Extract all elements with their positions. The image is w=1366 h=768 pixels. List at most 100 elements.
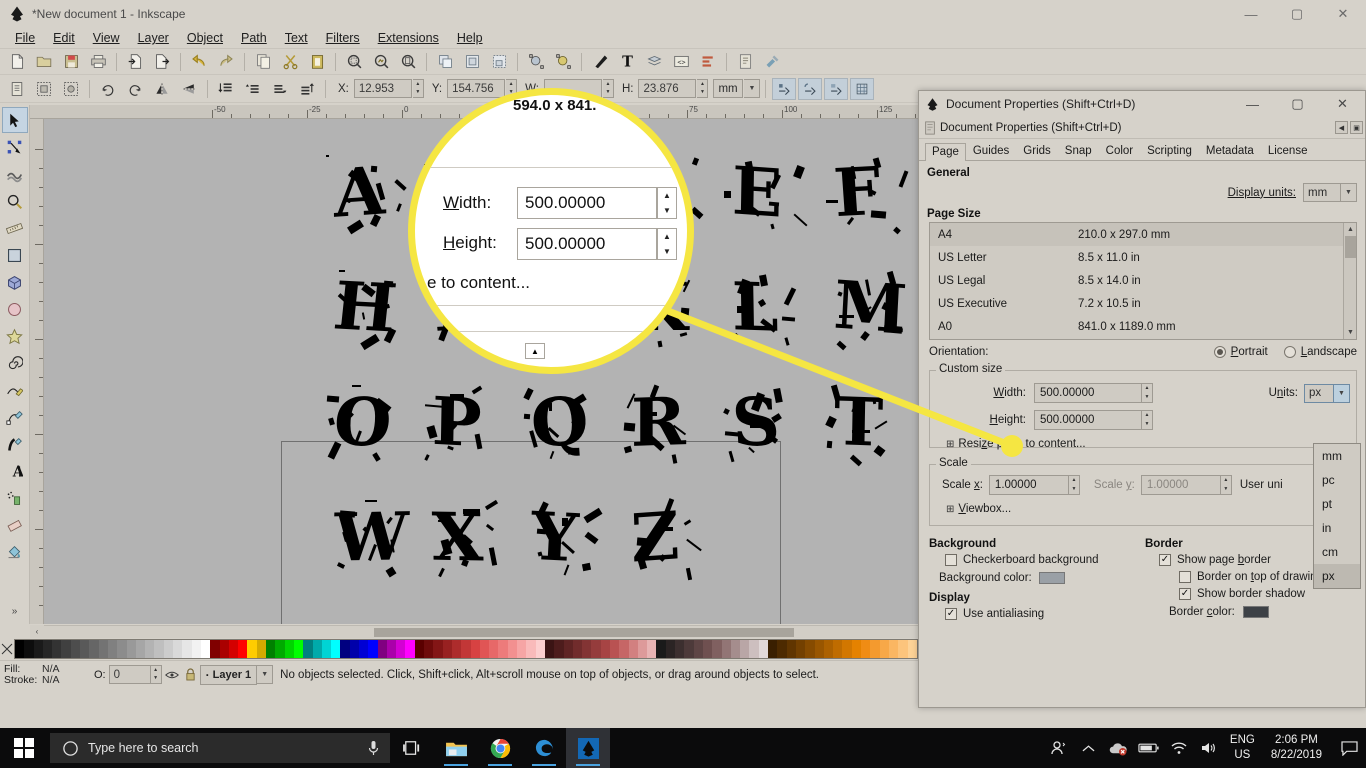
h-spinner[interactable]: ▲ ▼: [697, 79, 709, 98]
palette-swatch[interactable]: [758, 640, 769, 658]
palette-swatch[interactable]: [498, 640, 508, 658]
palette-swatch[interactable]: [712, 640, 722, 658]
palette-swatch[interactable]: [870, 640, 880, 658]
palette-swatch[interactable]: [433, 640, 443, 658]
rectangle-tool[interactable]: [2, 242, 28, 268]
palette-swatch[interactable]: [582, 640, 592, 658]
preferences-icon[interactable]: [759, 50, 785, 74]
units-value[interactable]: mm: [713, 79, 744, 98]
magnified-height-spinner[interactable]: ▲ ▼: [657, 228, 677, 260]
page-size-list[interactable]: A4 210.0 x 297.0 mm US Letter 8.5 x 11.0 in…: [929, 222, 1357, 340]
canvas-horizontal-scrollbar[interactable]: [44, 625, 918, 638]
palette-swatch[interactable]: [145, 640, 155, 658]
action-center-icon[interactable]: [1332, 728, 1366, 768]
background-color-row[interactable]: Background color:: [939, 572, 1137, 584]
raise-icon[interactable]: [267, 77, 293, 101]
palette-swatch[interactable]: [851, 640, 862, 658]
calligraphy-tool[interactable]: [2, 431, 28, 457]
border-color-swatch[interactable]: [1242, 606, 1269, 618]
units-option[interactable]: pt: [1314, 492, 1360, 516]
palette-swatch[interactable]: [526, 640, 536, 658]
page-size-scrollbar[interactable]: ▲ ▼: [1343, 223, 1356, 339]
lower-icon[interactable]: [240, 77, 266, 101]
zoom-tool[interactable]: [2, 188, 28, 214]
palette-swatch[interactable]: [154, 640, 164, 658]
palette-swatch[interactable]: [647, 640, 657, 658]
palette-swatch[interactable]: [861, 640, 871, 658]
custom-width-input[interactable]: 500.00000: [1034, 383, 1142, 403]
tab-metadata[interactable]: Metadata: [1199, 142, 1261, 160]
vertical-ruler[interactable]: [30, 119, 44, 624]
menu-text[interactable]: Text: [276, 29, 317, 47]
menu-object[interactable]: Object: [178, 29, 232, 47]
palette-swatch[interactable]: [368, 640, 378, 658]
magnified-height-input[interactable]: 500.00000: [517, 228, 657, 260]
units-option[interactable]: mm: [1314, 444, 1360, 468]
zoom-page-icon[interactable]: [395, 50, 421, 74]
flip-vertical-icon[interactable]: [176, 77, 202, 101]
expander-icon[interactable]: ⊞: [946, 439, 954, 450]
tab-grids[interactable]: Grids: [1016, 142, 1057, 160]
tab-snap[interactable]: Snap: [1058, 142, 1099, 160]
layers-icon[interactable]: [641, 50, 667, 74]
palette-swatch[interactable]: [126, 640, 136, 658]
palette-swatch[interactable]: [777, 640, 787, 658]
display-units-dropdown-arrow[interactable]: ▼: [1341, 183, 1357, 202]
palette-swatch[interactable]: [749, 640, 759, 658]
show-page-border-checkbox[interactable]: ✓: [1159, 554, 1171, 566]
palette-swatch[interactable]: [702, 640, 713, 658]
units-dropdown-list[interactable]: mm pc pt in cm px: [1313, 443, 1361, 589]
selector-tool[interactable]: [1, 107, 28, 133]
save-document-icon[interactable]: [58, 50, 84, 74]
palette-swatch[interactable]: [377, 640, 387, 658]
affect-gradients-icon[interactable]: [824, 77, 849, 100]
palette-swatch[interactable]: [907, 640, 917, 658]
edge-icon[interactable]: [522, 728, 566, 768]
spiral-tool[interactable]: [2, 350, 28, 376]
palette-swatch[interactable]: [768, 640, 778, 658]
layer-selector[interactable]: · Layer 1: [199, 664, 258, 685]
page-size-item[interactable]: A1594.0 x 841.0 mm: [930, 338, 1343, 339]
units-option[interactable]: in: [1314, 516, 1360, 540]
maximize-button[interactable]: ▢: [1274, 0, 1320, 28]
xml-editor-icon[interactable]: <>: [668, 50, 694, 74]
palette-swatch[interactable]: [740, 640, 750, 658]
menu-layer[interactable]: Layer: [129, 29, 178, 47]
palette-swatch[interactable]: [321, 640, 332, 658]
x-input[interactable]: 12.953: [353, 79, 412, 98]
text-tool-icon[interactable]: T: [614, 50, 640, 74]
palette-swatch[interactable]: [628, 640, 638, 658]
select-all-icon[interactable]: [4, 77, 30, 101]
rotate-cw-icon[interactable]: [122, 77, 148, 101]
affect-patterns-icon[interactable]: [850, 77, 875, 100]
palette-swatch[interactable]: [293, 640, 304, 658]
custom-units-value[interactable]: px: [1304, 383, 1334, 403]
no-color-swatch[interactable]: [0, 639, 14, 659]
eraser-tool[interactable]: [2, 512, 28, 538]
border-on-top-checkbox[interactable]: [1179, 571, 1191, 583]
chrome-icon[interactable]: [478, 728, 522, 768]
palette-swatch[interactable]: [70, 640, 81, 658]
menu-help[interactable]: Help: [448, 29, 492, 47]
palette-swatch[interactable]: [219, 640, 229, 658]
menu-filters[interactable]: Filters: [317, 29, 369, 47]
tweak-tool[interactable]: [2, 161, 28, 187]
palette-swatch[interactable]: [284, 640, 294, 658]
palette-swatch[interactable]: [507, 640, 518, 658]
open-document-icon[interactable]: [31, 50, 57, 74]
select-all-layers-icon[interactable]: [31, 77, 57, 101]
palette-swatch[interactable]: [637, 640, 648, 658]
palette-swatch[interactable]: [470, 640, 480, 658]
pencil-tool[interactable]: [2, 377, 28, 403]
people-icon[interactable]: [1044, 728, 1074, 768]
show-border-shadow-row[interactable]: ✓ Show border shadow: [1179, 588, 1365, 600]
palette-swatch[interactable]: [489, 640, 499, 658]
group-icon[interactable]: [459, 50, 485, 74]
scrollbar-thumb[interactable]: [374, 628, 794, 637]
palette-swatch[interactable]: [89, 640, 99, 658]
palette-swatch[interactable]: [675, 640, 685, 658]
units-option[interactable]: pc: [1314, 468, 1360, 492]
resize-to-content-row[interactable]: ⊞ Resize page to content...: [936, 438, 1350, 450]
microphone-icon[interactable]: [367, 740, 380, 756]
palette-swatch[interactable]: [163, 640, 174, 658]
